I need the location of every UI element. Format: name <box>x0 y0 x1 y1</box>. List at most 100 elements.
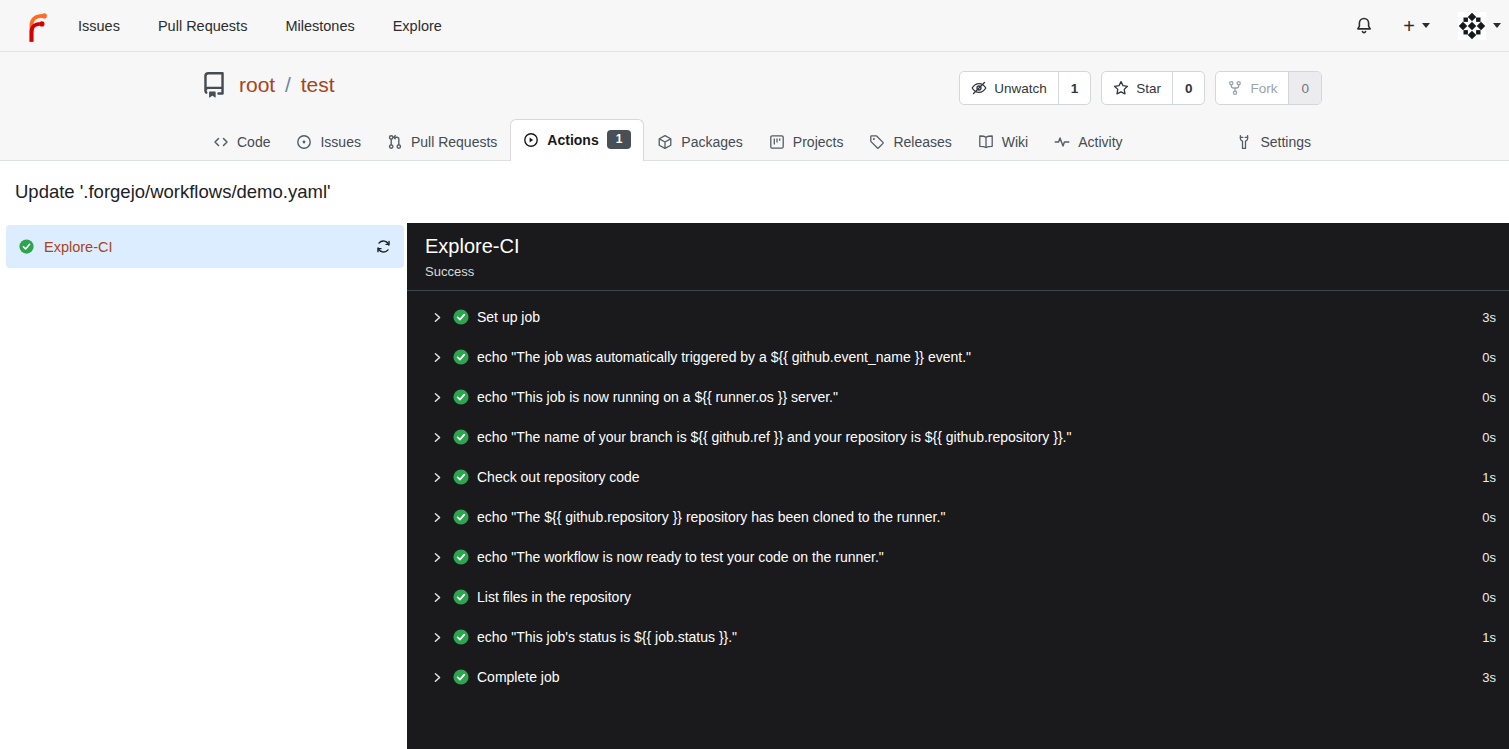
tab-count-badge: 1 <box>607 130 632 149</box>
nav-item-pull-requests[interactable]: Pull Requests <box>139 0 266 52</box>
job-step-row[interactable]: echo "The name of your branch is ${{ git… <box>407 417 1509 457</box>
step-success-icon <box>453 429 469 445</box>
create-new-dropdown[interactable]: + <box>1403 16 1430 36</box>
step-name: echo "This job is now running on a ${{ r… <box>477 389 838 405</box>
job-step-row[interactable]: echo "This job's status is ${{ job.statu… <box>407 617 1509 657</box>
forgejo-logo[interactable] <box>22 9 52 43</box>
chevron-right-icon[interactable] <box>432 672 443 683</box>
unwatch-label: Unwatch <box>994 81 1047 96</box>
user-menu-dropdown[interactable] <box>1458 12 1501 40</box>
navbar-right: + <box>1355 12 1501 40</box>
unwatch-icon <box>971 80 987 96</box>
step-duration: 3s <box>1482 310 1496 325</box>
step-duration: 0s <box>1482 350 1496 365</box>
code-tab-icon <box>213 134 229 150</box>
step-name: Set up job <box>477 309 540 325</box>
unwatch-button[interactable]: Unwatch <box>960 72 1058 104</box>
job-step-row[interactable]: echo "The workflow is now ready to test … <box>407 537 1509 577</box>
job-step-row[interactable]: echo "This job is now running on a ${{ r… <box>407 377 1509 417</box>
tab-label: Wiki <box>1002 134 1028 150</box>
step-name: echo "The ${{ github.repository }} repos… <box>477 509 945 525</box>
chevron-right-icon[interactable] <box>432 312 443 323</box>
unwatch-count[interactable]: 1 <box>1058 72 1091 104</box>
actions-tab-icon <box>523 132 539 148</box>
step-duration: 1s <box>1482 630 1496 645</box>
chevron-down-icon <box>1422 23 1430 28</box>
tab-label: Issues <box>320 134 360 150</box>
chevron-right-icon[interactable] <box>432 352 443 363</box>
step-duration: 3s <box>1482 670 1496 685</box>
fork-button[interactable]: Fork <box>1216 72 1288 104</box>
chevron-right-icon[interactable] <box>432 432 443 443</box>
repo-owner-link[interactable]: root <box>239 73 275 96</box>
step-name: echo "The job was automatically triggere… <box>477 349 971 365</box>
repo-name-link[interactable]: test <box>301 73 335 96</box>
repo-breadcrumb: root / test <box>201 72 335 98</box>
step-duration: 1s <box>1482 470 1496 485</box>
job-step-row[interactable]: Check out repository code 1s <box>407 457 1509 497</box>
tab-actions[interactable]: Actions 1 <box>510 119 644 161</box>
unwatch-button-group: Unwatch 1 <box>959 71 1091 105</box>
step-success-icon <box>453 629 469 645</box>
rerun-job-icon[interactable] <box>376 239 391 254</box>
repo-header-section: root / test Unwatch 1 Star 0 <box>0 52 1509 161</box>
step-duration: 0s <box>1482 430 1496 445</box>
step-success-icon <box>453 509 469 525</box>
issues-tab-icon <box>296 134 312 150</box>
repo-book-icon <box>201 72 227 98</box>
fork-count[interactable]: 0 <box>1288 72 1321 104</box>
job-steps-list: Set up job 3s echo "The job was automati… <box>407 291 1509 697</box>
nav-item-issues[interactable]: Issues <box>59 0 139 52</box>
tab-pull-requests[interactable]: Pull Requests <box>374 123 510 161</box>
star-button[interactable]: Star <box>1102 72 1172 104</box>
star-count[interactable]: 0 <box>1172 72 1205 104</box>
tab-code[interactable]: Code <box>200 123 283 161</box>
job-step-row[interactable]: Set up job 3s <box>407 297 1509 337</box>
step-success-icon <box>453 589 469 605</box>
actions-run-page: Update '.forgejo/workflows/demo.yaml' Ex… <box>0 161 1509 749</box>
tab-label: Actions <box>547 132 598 148</box>
step-duration: 0s <box>1482 510 1496 525</box>
job-success-icon <box>19 239 34 254</box>
job-panel-title: Explore-CI <box>425 235 1509 258</box>
nav-item-explore[interactable]: Explore <box>374 0 461 52</box>
job-step-row[interactable]: List files in the repository 0s <box>407 577 1509 617</box>
tab-packages[interactable]: Packages <box>644 123 755 161</box>
tab-label: Projects <box>793 134 844 150</box>
chevron-right-icon[interactable] <box>432 552 443 563</box>
job-step-row[interactable]: echo "The ${{ github.repository }} repos… <box>407 497 1509 537</box>
job-log-panel: Explore-CI Success Set up job 3s echo "T… <box>407 223 1509 749</box>
step-success-icon <box>453 549 469 565</box>
chevron-right-icon[interactable] <box>432 512 443 523</box>
wiki-tab-icon <box>978 134 994 150</box>
chevron-right-icon[interactable] <box>432 392 443 403</box>
step-name: List files in the repository <box>477 589 631 605</box>
tab-projects[interactable]: Projects <box>756 123 857 161</box>
tab-issues[interactable]: Issues <box>283 123 373 161</box>
tab-settings[interactable]: Settings <box>1223 123 1324 161</box>
tab-wiki[interactable]: Wiki <box>965 123 1041 161</box>
job-step-row[interactable]: Complete job 3s <box>407 657 1509 697</box>
repo-action-buttons: Unwatch 1 Star 0 Fork 0 <box>949 71 1322 105</box>
step-success-icon <box>453 669 469 685</box>
tab-label: Activity <box>1078 134 1122 150</box>
plus-icon: + <box>1403 16 1415 36</box>
job-name: Explore-CI <box>44 239 113 255</box>
job-step-row[interactable]: echo "The job was automatically triggere… <box>407 337 1509 377</box>
star-label: Star <box>1136 81 1161 96</box>
job-list-item-explore-ci[interactable]: Explore-CI <box>6 225 404 268</box>
chevron-right-icon[interactable] <box>432 472 443 483</box>
activity-tab-icon <box>1054 134 1070 150</box>
step-name: Complete job <box>477 669 560 685</box>
chevron-right-icon[interactable] <box>432 632 443 643</box>
step-name: echo "The workflow is now ready to test … <box>477 549 884 565</box>
notifications-bell-icon[interactable] <box>1355 16 1373 35</box>
tab-label: Settings <box>1260 134 1311 150</box>
tab-activity[interactable]: Activity <box>1041 123 1135 161</box>
packages-tab-icon <box>657 134 673 150</box>
releases-tab-icon <box>869 134 885 150</box>
chevron-right-icon[interactable] <box>432 592 443 603</box>
step-name: Check out repository code <box>477 469 640 485</box>
tab-releases[interactable]: Releases <box>856 123 964 161</box>
nav-item-milestones[interactable]: Milestones <box>266 0 373 52</box>
